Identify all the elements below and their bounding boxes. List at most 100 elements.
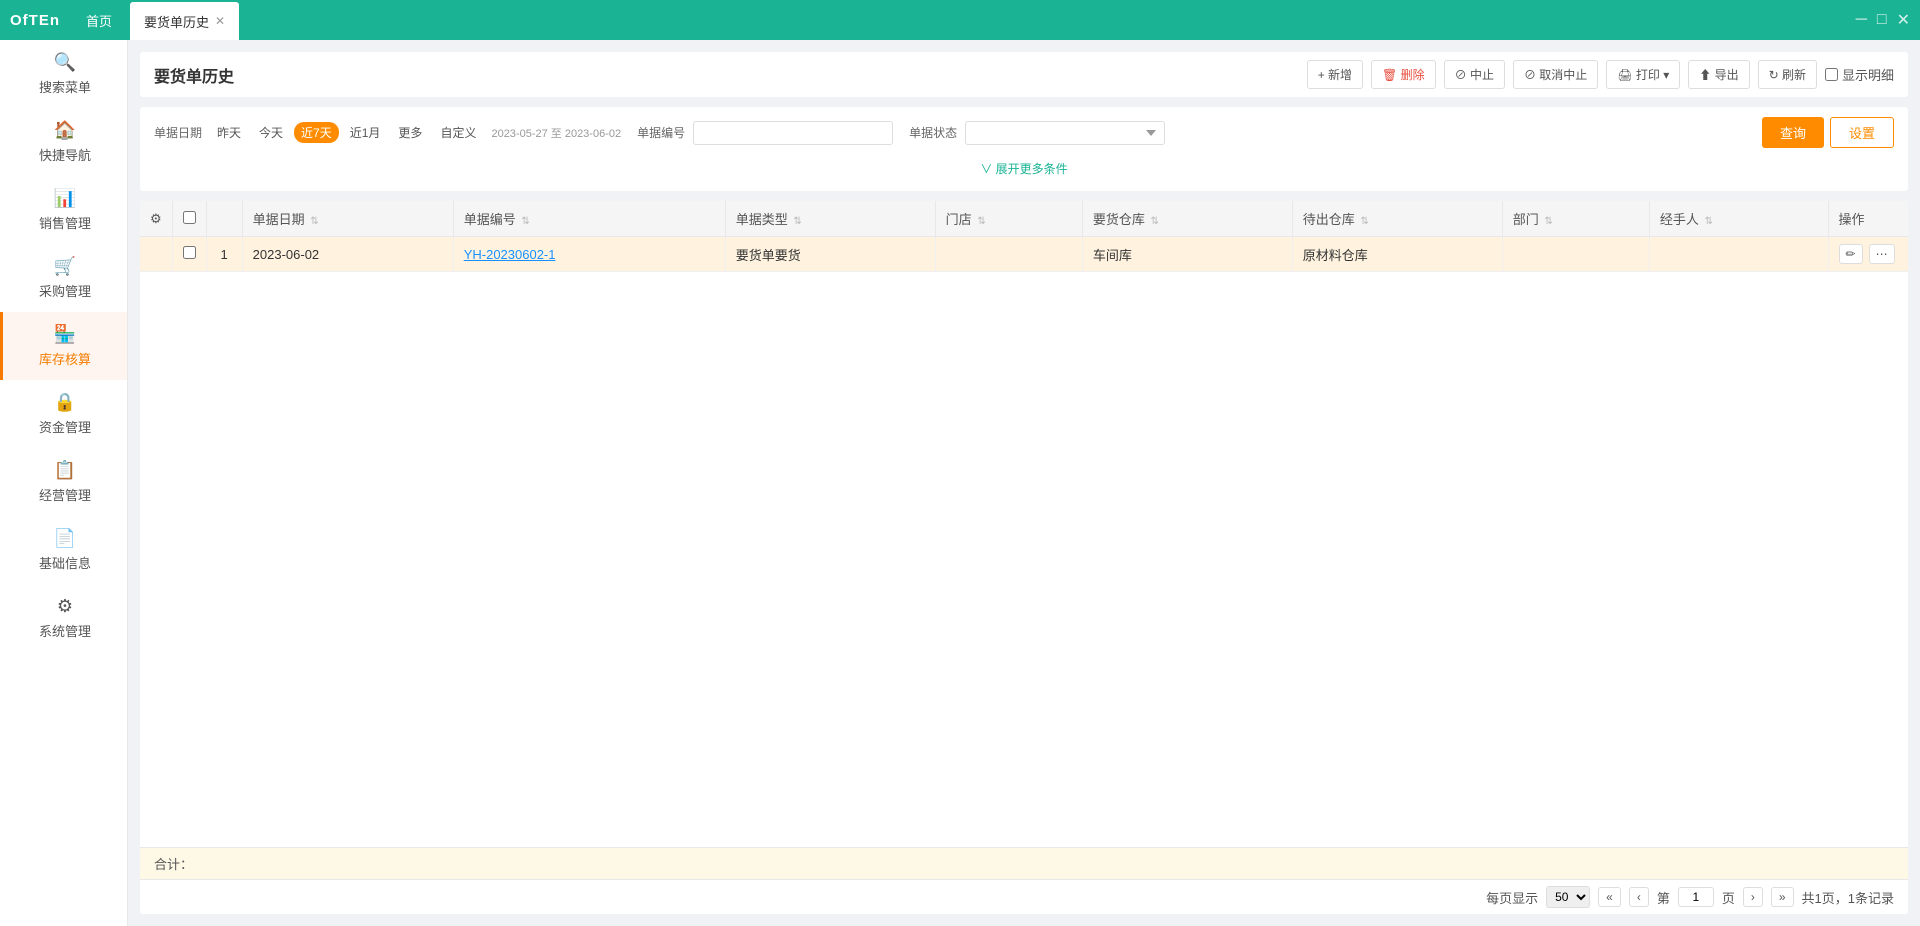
page-label: 第 (1657, 888, 1670, 907)
inventory-icon: 🏪 (54, 324, 76, 345)
col-date[interactable]: 单据日期 ⇅ (242, 201, 453, 237)
date-today[interactable]: 今天 (252, 122, 290, 143)
col-store[interactable]: 门店 ⇅ (935, 201, 1082, 237)
date-7days[interactable]: 近7天 (294, 122, 339, 143)
table-row[interactable]: 1 2023-06-02 YH-20230602-1 要货单要货 车间库 原材料… (140, 237, 1908, 272)
page-suffix: 页 (1722, 888, 1735, 907)
date-more[interactable]: 更多 (391, 122, 429, 143)
sidebar-item-ops[interactable]: 📋 经营管理 (0, 448, 127, 516)
col-index (206, 201, 242, 237)
sidebar-item-sales-label: 销售管理 (39, 213, 91, 232)
page-title: 要货单历史 (154, 63, 234, 87)
row-edit-btn[interactable]: ✏ (1839, 244, 1863, 264)
refresh-button[interactable]: ↻ 刷新 (1758, 60, 1817, 89)
date-filter-group: 单据日期 昨天 今天 近7天 近1月 更多 自定义 2023-05-27 至 2… (154, 122, 621, 143)
prev-page-btn[interactable]: ‹ (1629, 887, 1649, 907)
last-page-btn[interactable]: » (1771, 887, 1794, 907)
cell-department (1502, 237, 1649, 272)
doc-number-input[interactable] (693, 121, 893, 145)
doc-status-select[interactable] (965, 121, 1165, 145)
date-custom[interactable]: 自定义 (433, 122, 483, 143)
total-info: 共1页，1条记录 (1802, 888, 1894, 907)
show-detail-text: 显示明细 (1842, 65, 1894, 84)
sort-doc-no-icon: ⇅ (521, 216, 529, 227)
main-layout: 🔍 搜索菜单 🏠 快捷导航 📊 销售管理 🛒 采购管理 🏪 库存核算 🔒 资金管… (0, 40, 1920, 926)
cell-store (935, 237, 1082, 272)
footer-summary: 合计： (140, 847, 1908, 879)
col-department[interactable]: 部门 ⇅ (1502, 201, 1649, 237)
date-range-display: 2023-05-27 至 2023-06-02 (491, 125, 621, 141)
doc-no-link[interactable]: YH-20230602-1 (464, 247, 556, 262)
sidebar-item-inventory-label: 库存核算 (39, 349, 91, 368)
sort-pending-warehouse-icon: ⇅ (1360, 216, 1368, 227)
row-more-btn[interactable]: ⋯ (1869, 244, 1895, 264)
cell-pending-warehouse: 原材料仓库 (1292, 237, 1502, 272)
header-actions: + 新增 🗑 删除 ⊘ 中止 ⊘ 取消中止 🖨 打印 ▾ ⬆ 导出 ↻ 刷新 显… (1307, 60, 1894, 89)
sort-store-icon: ⇅ (977, 216, 985, 227)
next-page-btn[interactable]: › (1743, 887, 1763, 907)
col-doc-type[interactable]: 单据类型 ⇅ (725, 201, 935, 237)
sidebar-item-sales[interactable]: 📊 销售管理 (0, 176, 127, 244)
sidebar-item-finance[interactable]: 🔒 资金管理 (0, 380, 127, 448)
sidebar-item-basic-info[interactable]: 📄 基础信息 (0, 516, 127, 584)
data-table-wrapper: ⚙ 单据日期 ⇅ 单据编号 ⇅ (140, 201, 1908, 914)
pagination-bar: 每页显示 50 « ‹ 第 页 › » 共1页，1条记录 (140, 879, 1908, 914)
first-page-btn[interactable]: « (1598, 887, 1621, 907)
cell-checkbox (172, 237, 206, 272)
filter-settings-button[interactable]: 设置 (1830, 117, 1894, 148)
col-handler[interactable]: 经手人 ⇅ (1649, 201, 1828, 237)
finance-icon: 🔒 (54, 392, 76, 413)
sidebar-item-quick-nav[interactable]: 🏠 快捷导航 (0, 108, 127, 176)
sidebar-item-search-menu[interactable]: 🔍 搜索菜单 (0, 40, 127, 108)
export-button[interactable]: ⬆ 导出 (1688, 60, 1749, 89)
purchase-icon: 🛒 (54, 256, 76, 277)
sort-date-icon: ⇅ (310, 216, 318, 227)
select-all-checkbox[interactable] (183, 211, 196, 224)
table-scroll-area[interactable]: ⚙ 单据日期 ⇅ 单据编号 ⇅ (140, 201, 1908, 847)
print-button[interactable]: 🖨 打印 ▾ (1606, 60, 1680, 89)
tab-close-icon[interactable]: ✕ (215, 14, 225, 28)
row-checkbox[interactable] (183, 246, 196, 259)
tab-purchase-history[interactable]: 要货单历史 ✕ (130, 2, 239, 40)
add-button[interactable]: + 新增 (1307, 60, 1363, 89)
search-menu-icon: 🔍 (54, 52, 76, 73)
filter-expand-row: ∨ 展开更多条件 (154, 156, 1894, 181)
sidebar: 🔍 搜索菜单 🏠 快捷导航 📊 销售管理 🛒 采购管理 🏪 库存核算 🔒 资金管… (0, 40, 128, 926)
window-close[interactable]: ✕ (1897, 10, 1910, 30)
sidebar-item-purchase[interactable]: 🛒 采购管理 (0, 244, 127, 312)
doc-status-filter-group: 单据状态 (909, 121, 1165, 145)
sidebar-item-sys-mgmt[interactable]: ⚙ 系统管理 (0, 584, 127, 652)
query-button[interactable]: 查询 (1762, 117, 1824, 148)
show-detail-checkbox[interactable] (1825, 68, 1838, 81)
sidebar-item-ops-label: 经营管理 (39, 485, 91, 504)
col-doc-no[interactable]: 单据编号 ⇅ (453, 201, 725, 237)
per-page-select[interactable]: 50 (1546, 886, 1590, 908)
cell-index: 1 (206, 237, 242, 272)
window-minimize[interactable]: ─ (1856, 11, 1867, 29)
per-page-label: 每页显示 (1486, 888, 1538, 907)
date-1month[interactable]: 近1月 (343, 122, 388, 143)
cell-doc-type: 要货单要货 (725, 237, 935, 272)
row-actions: ✏ ⋯ (1839, 244, 1899, 264)
expand-more-btn[interactable]: ∨ 展开更多条件 (972, 156, 1075, 181)
col-gear[interactable]: ⚙ (140, 201, 172, 237)
sort-handler-icon: ⇅ (1705, 216, 1713, 227)
sort-department-icon: ⇅ (1544, 216, 1552, 227)
page-header: 要货单历史 + 新增 🗑 删除 ⊘ 中止 ⊘ 取消中止 🖨 打印 ▾ ⬆ 导出 … (140, 52, 1908, 97)
suspend-button[interactable]: ⊘ 中止 (1444, 60, 1505, 89)
current-page-input[interactable] (1678, 887, 1714, 907)
tab-bar: OfTEn 首页 要货单历史 ✕ (10, 0, 1856, 40)
cell-doc-no: YH-20230602-1 (453, 237, 725, 272)
date-yesterday[interactable]: 昨天 (210, 122, 248, 143)
col-req-warehouse[interactable]: 要货仓库 ⇅ (1082, 201, 1292, 237)
delete-button[interactable]: 🗑 删除 (1371, 60, 1436, 89)
tab-home[interactable]: 首页 (72, 0, 126, 40)
sidebar-item-inventory[interactable]: 🏪 库存核算 (0, 312, 127, 380)
show-detail-label[interactable]: 显示明细 (1825, 65, 1894, 84)
doc-number-filter-group: 单据编号 (637, 121, 893, 145)
cancel-suspend-button[interactable]: ⊘ 取消中止 (1513, 60, 1598, 89)
col-pending-warehouse[interactable]: 待出仓库 ⇅ (1292, 201, 1502, 237)
window-maximize[interactable]: □ (1877, 11, 1887, 29)
table-header-row: ⚙ 单据日期 ⇅ 单据编号 ⇅ (140, 201, 1908, 237)
col-checkbox (172, 201, 206, 237)
